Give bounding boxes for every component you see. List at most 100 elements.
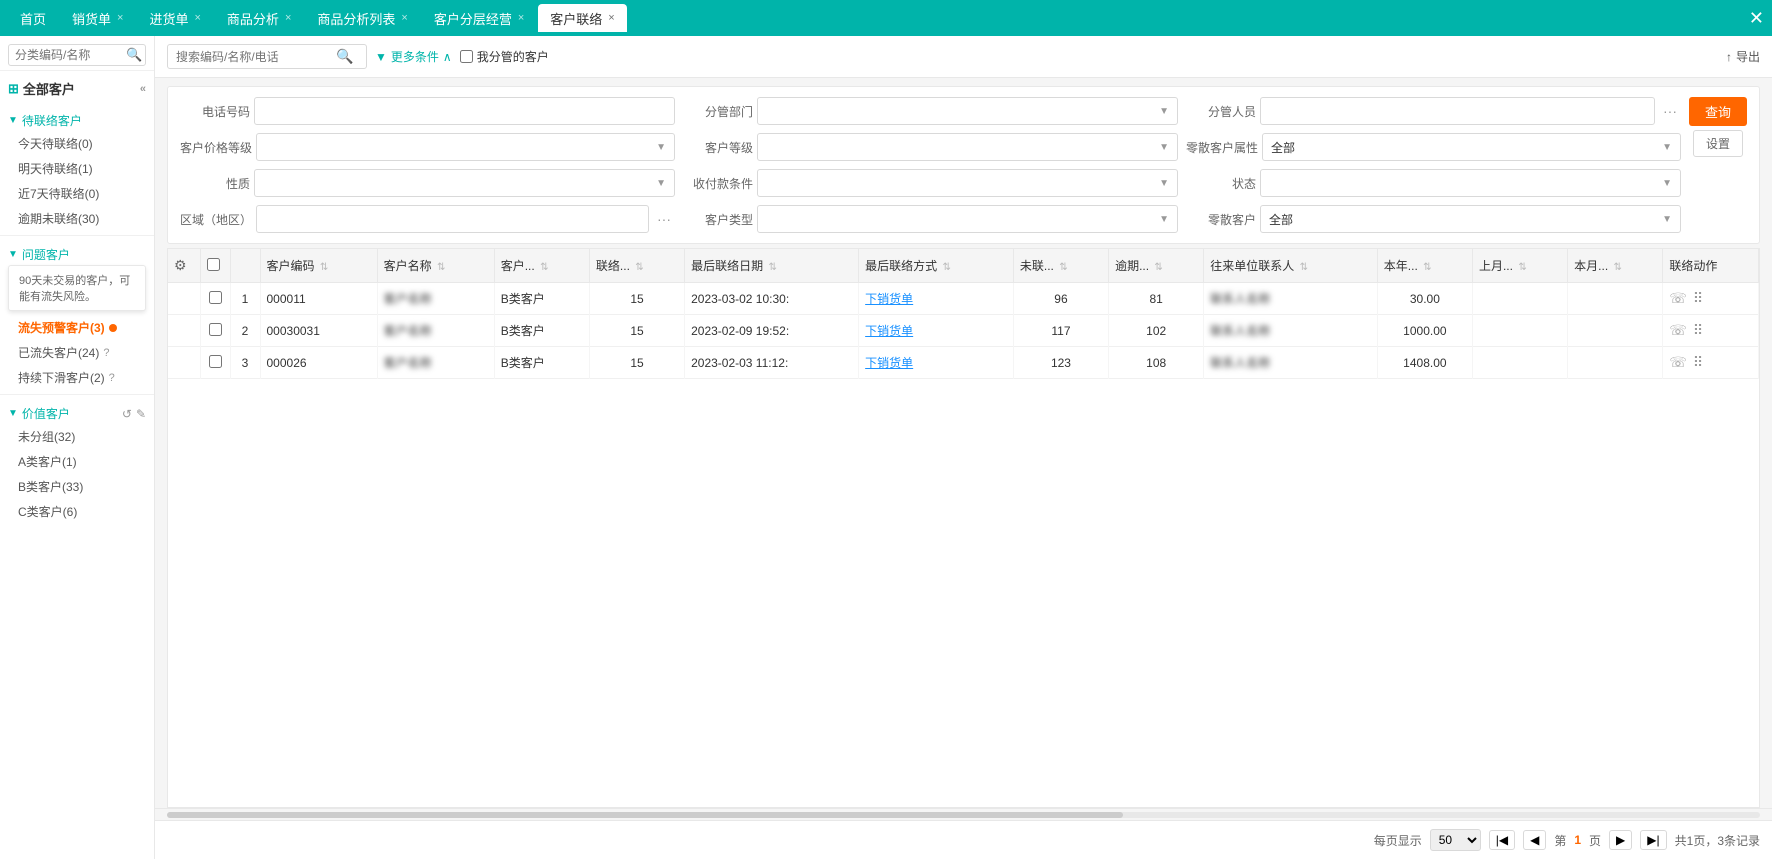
row-select-checkbox[interactable]	[209, 291, 222, 304]
col-this-month-sort-icon[interactable]: ⇅	[1614, 262, 1622, 273]
tab-home[interactable]: 首页	[8, 4, 58, 32]
row-select-checkbox[interactable]	[209, 323, 222, 336]
col-last-month-sort-icon[interactable]: ⇅	[1518, 262, 1526, 273]
row-last-method-link[interactable]: 下销货单	[865, 356, 913, 370]
top-nav: 首页 销货单 × 进货单 × 商品分析 × 商品分析列表 × 客户分层经营 × …	[0, 0, 1772, 36]
col-name-sort-icon[interactable]: ⇅	[437, 262, 445, 273]
scrollbar-thumb[interactable]	[167, 812, 1123, 818]
person-more-icon[interactable]: ···	[1659, 103, 1681, 119]
price-tier-select[interactable]: ▼	[256, 133, 675, 161]
customer-type-select[interactable]: ▼	[757, 205, 1178, 233]
tab-analysis-close[interactable]: ×	[285, 12, 291, 24]
row-contact-person: 联系人名称	[1204, 347, 1378, 379]
region-input[interactable]	[256, 205, 649, 233]
col-no-contact-sort-icon[interactable]: ⇅	[1059, 262, 1067, 273]
row-more-icon[interactable]: ⠿	[1693, 290, 1703, 307]
tab-purchase-close[interactable]: ×	[194, 12, 200, 24]
customer-tier-select[interactable]: ▼	[757, 133, 1178, 161]
row-more-icon[interactable]: ⠿	[1693, 354, 1703, 371]
my-customers-input[interactable]	[460, 50, 473, 63]
search-input[interactable]	[176, 50, 336, 64]
sidebar-item-class-a[interactable]: A类客户(1)	[0, 449, 154, 474]
settings-button[interactable]: 设置	[1693, 130, 1743, 157]
retail-attr-select[interactable]: 全部 ▼	[1262, 133, 1681, 161]
row-last-month	[1472, 283, 1567, 315]
tab-sales-close[interactable]: ×	[117, 12, 123, 24]
tab-customer-contact[interactable]: 客户联络 ×	[538, 4, 626, 32]
filter-payment: 收付款条件 ▼	[683, 169, 1178, 197]
page-prefix-label: 第	[1554, 832, 1566, 849]
sidebar-item-today[interactable]: 今天待联络(0)	[0, 131, 154, 156]
customer-type-label: 客户类型	[683, 211, 753, 228]
sidebar-item-class-c[interactable]: C类客户(6)	[0, 499, 154, 524]
tab-analysis[interactable]: 商品分析 ×	[215, 4, 303, 32]
tab-analysis-list-close[interactable]: ×	[401, 12, 407, 24]
sidebar-item-overdue[interactable]: 逾期未联络(30)	[0, 206, 154, 231]
col-code-sort-icon[interactable]: ⇅	[320, 262, 328, 273]
col-action: 联络动作	[1663, 249, 1759, 283]
col-last-method-sort-icon[interactable]: ⇅	[943, 262, 951, 273]
my-customers-checkbox[interactable]: 我分管的客户	[460, 48, 549, 65]
last-page-button[interactable]: ▶|	[1640, 830, 1666, 850]
value-refresh-icon[interactable]: ↺	[122, 407, 132, 421]
row-phone-icon[interactable]: ☏	[1669, 354, 1687, 371]
row-action-icons: ☏ ⠿	[1669, 290, 1752, 307]
tab-customer-tier[interactable]: 客户分层经营 ×	[422, 4, 536, 32]
per-page-select[interactable]: 50 100 200	[1430, 829, 1481, 851]
row-name-value: 客户名称	[384, 356, 432, 370]
tab-purchase[interactable]: 进货单 ×	[137, 4, 212, 32]
export-button[interactable]: ↑ 导出	[1726, 48, 1760, 65]
nature-select[interactable]: ▼	[254, 169, 675, 197]
horizontal-scrollbar[interactable]	[155, 808, 1772, 820]
sidebar-item-churn-warning[interactable]: 流失预警客户(3)	[0, 315, 154, 340]
col-contacts-sort-icon[interactable]: ⇅	[635, 262, 643, 273]
col-contact-person-sort-icon[interactable]: ⇅	[1300, 262, 1308, 273]
row-phone-icon[interactable]: ☏	[1669, 290, 1687, 307]
column-settings-icon[interactable]: ⚙	[174, 257, 187, 273]
phone-input[interactable]	[254, 97, 675, 125]
select-all-checkbox[interactable]	[207, 258, 220, 271]
filter-status: 状态 ▼	[1186, 169, 1681, 197]
row-last-method-link[interactable]: 下销货单	[865, 324, 913, 338]
tab-customer-contact-close[interactable]: ×	[608, 12, 614, 24]
row-more-icon[interactable]: ⠿	[1693, 322, 1703, 339]
value-title: 价值客户	[22, 405, 70, 422]
row-select-checkbox[interactable]	[209, 355, 222, 368]
filter-nature: 性质 ▼	[180, 169, 675, 197]
sidebar-item-ungroup[interactable]: 未分组(32)	[0, 424, 154, 449]
person-input[interactable]	[1260, 97, 1655, 125]
payment-select[interactable]: ▼	[757, 169, 1178, 197]
collapse-icon[interactable]: «	[140, 83, 146, 95]
retail-select[interactable]: 全部 ▼	[1260, 205, 1681, 233]
filter-row-3: 性质 ▼ 收付款条件 ▼	[180, 169, 1681, 197]
col-overdue-sort-icon[interactable]: ⇅	[1154, 262, 1162, 273]
status-select[interactable]: ▼	[1260, 169, 1681, 197]
search-button[interactable]: 🔍	[336, 48, 353, 65]
dept-select[interactable]: ▼	[757, 97, 1178, 125]
tab-sales[interactable]: 销货单 ×	[60, 4, 135, 32]
row-phone-icon[interactable]: ☏	[1669, 322, 1687, 339]
sidebar-item-class-b[interactable]: B类客户(33)	[0, 474, 154, 499]
query-button[interactable]: 查询	[1689, 97, 1747, 126]
sidebar-item-week[interactable]: 近7天待联络(0)	[0, 181, 154, 206]
tab-analysis-list[interactable]: 商品分析列表 ×	[305, 4, 419, 32]
value-edit-icon[interactable]: ✎	[136, 407, 146, 421]
sidebar-item-tomorrow[interactable]: 明天待联络(1)	[0, 156, 154, 181]
tab-customer-tier-close[interactable]: ×	[518, 12, 524, 24]
sidebar-all-customers[interactable]: ⊞ 全部客户 «	[0, 71, 154, 106]
next-page-button[interactable]: ▶	[1609, 830, 1632, 850]
prev-page-button[interactable]: ◀	[1523, 830, 1546, 850]
col-last-date-sort-icon[interactable]: ⇅	[768, 262, 776, 273]
declining-label: 持续下滑客户(2)	[18, 369, 105, 386]
first-page-button[interactable]: |◀	[1489, 830, 1515, 850]
close-all-button[interactable]: ✕	[1749, 8, 1764, 29]
row-last-method-link[interactable]: 下销货单	[865, 292, 913, 306]
row-contacts: 15	[589, 347, 684, 379]
col-type-sort-icon[interactable]: ⇅	[540, 262, 548, 273]
sidebar-item-declining[interactable]: 持续下滑客户(2) ?	[0, 365, 154, 390]
filter-toggle[interactable]: ▼ 更多条件 ∧	[375, 48, 452, 65]
row-contact-person: 联系人名称	[1204, 315, 1378, 347]
sidebar-item-churned[interactable]: 已流失客户(24) ?	[0, 340, 154, 365]
region-more-icon[interactable]: ···	[653, 211, 675, 227]
col-this-year-sort-icon[interactable]: ⇅	[1423, 262, 1431, 273]
